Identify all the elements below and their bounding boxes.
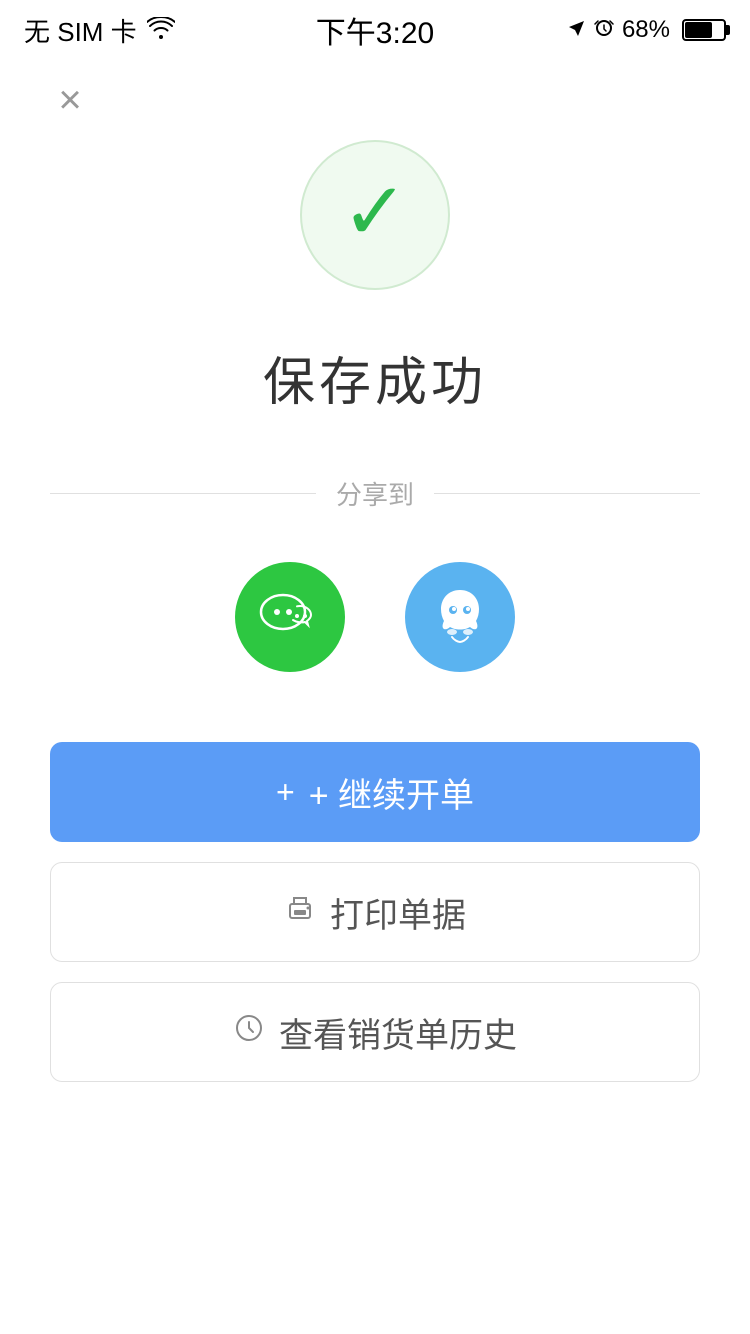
print-label: 打印单据 (330, 888, 466, 937)
print-icon (284, 892, 316, 932)
button-container: + + 继续开单 打印单据 查看销货单历 (50, 742, 700, 1082)
close-icon: × (58, 80, 81, 120)
status-left: 无 SIM 卡 (24, 12, 175, 49)
carrier-text: 无 SIM 卡 (24, 12, 137, 49)
continue-button[interactable]: + + 继续开单 (50, 742, 700, 842)
history-button[interactable]: 查看销货单历史 (50, 982, 700, 1082)
qq-share-button[interactable] (405, 562, 515, 672)
close-button[interactable]: × (40, 70, 100, 130)
share-icons (235, 562, 515, 672)
share-divider: 分享到 (50, 475, 700, 512)
history-icon (233, 1012, 265, 1052)
status-bar: 无 SIM 卡 下午3:20 68% (0, 0, 750, 60)
main-content: ✓ 保存成功 分享到 (0, 60, 750, 1082)
success-title: 保存成功 (263, 340, 487, 415)
wifi-icon (147, 15, 175, 46)
status-right: 68% (568, 16, 726, 44)
continue-label: + 继续开单 (309, 768, 474, 817)
plus-icon: + (276, 774, 295, 811)
share-label: 分享到 (336, 475, 414, 512)
wechat-share-button[interactable] (235, 562, 345, 672)
print-button[interactable]: 打印单据 (50, 862, 700, 962)
status-time: 下午3:20 (316, 8, 434, 52)
history-label: 查看销货单历史 (279, 1008, 517, 1057)
checkmark-icon: ✓ (341, 172, 408, 252)
location-icon (568, 16, 586, 44)
alarm-icon (594, 16, 614, 44)
battery-text: 68% (622, 16, 670, 44)
share-line-left (50, 493, 316, 494)
battery-icon (682, 19, 726, 41)
share-line-right (434, 493, 700, 494)
success-circle: ✓ (300, 140, 450, 290)
